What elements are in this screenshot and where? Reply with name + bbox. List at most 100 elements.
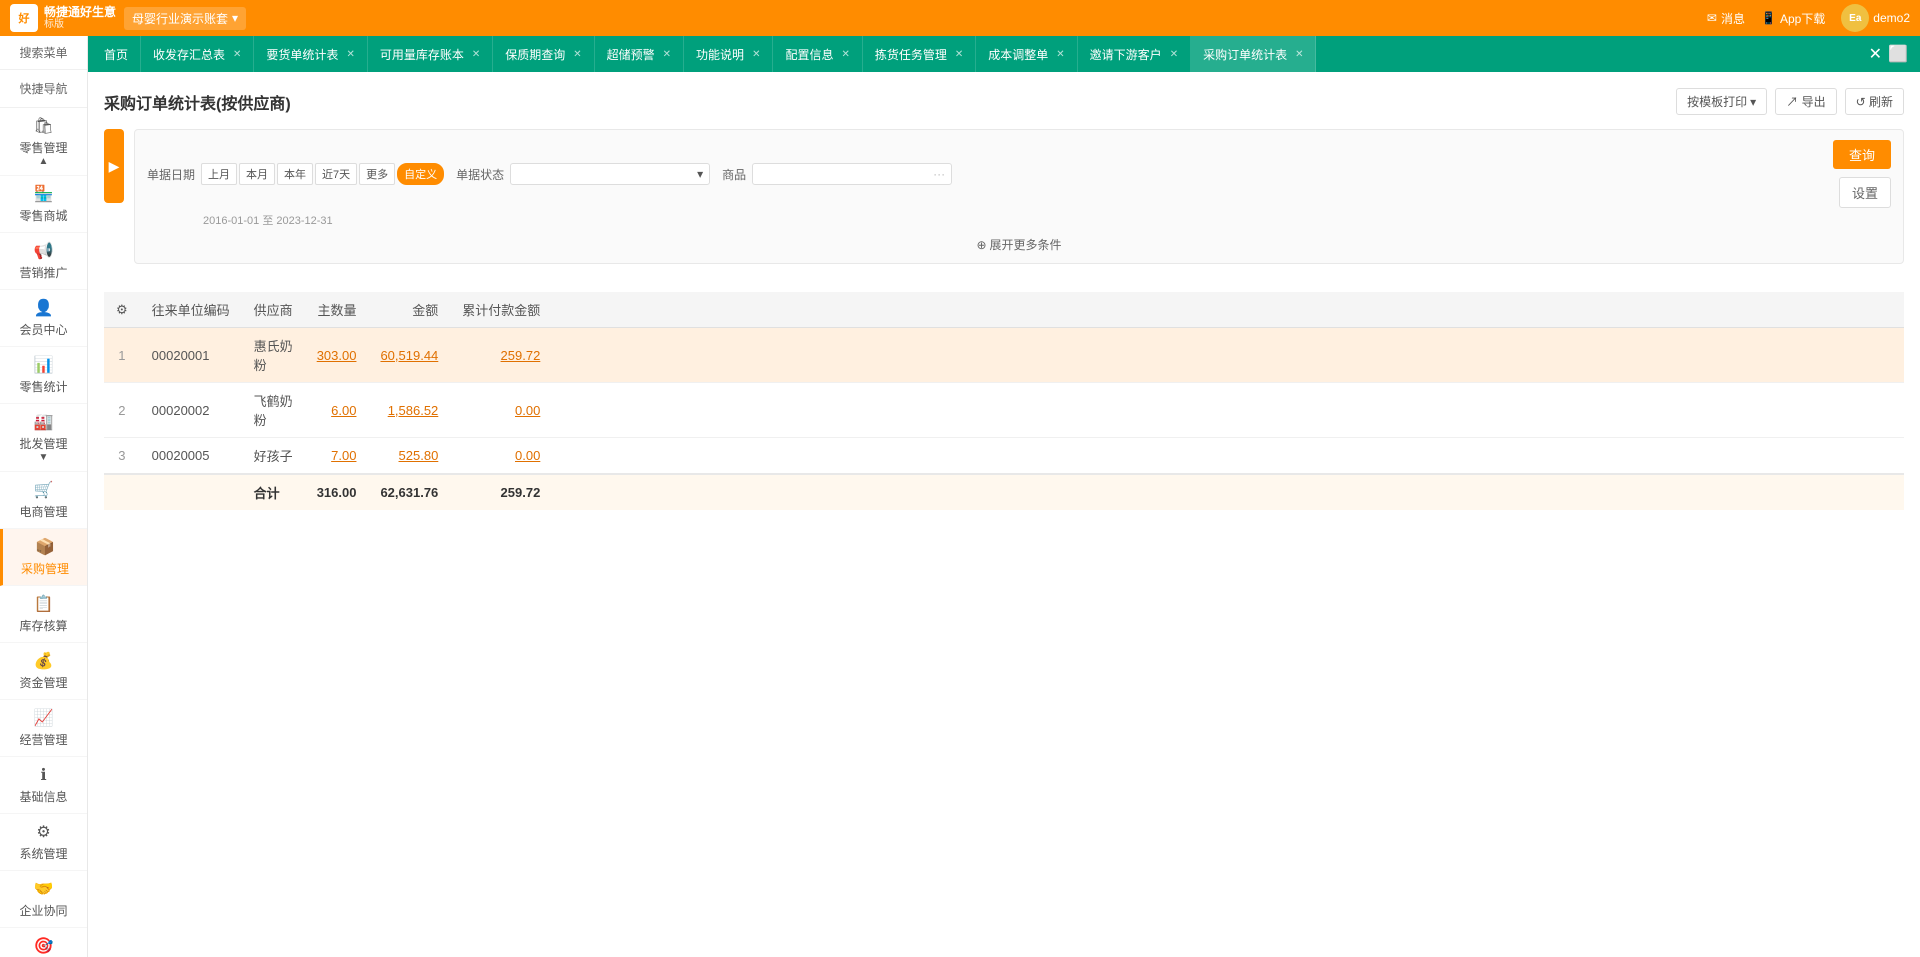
tab-function-desc[interactable]: 功能说明 ✕ [684, 36, 773, 72]
col-quantity: 主数量 [305, 292, 369, 328]
row-amount-3[interactable]: 525.80 [368, 438, 450, 475]
table-footer-row: 合计 316.00 62,631.76 259.72 [104, 474, 1904, 510]
main-layout: 搜索菜单 快捷导航 🛍 零售管理 ▲ 🏪 零售商城 📢 营销推广 👤 会员中心 … [0, 36, 1920, 957]
template-print-button[interactable]: 按模板打印 ▾ [1676, 88, 1767, 115]
row-code-3: 00020005 [140, 438, 242, 475]
row-paid-3[interactable]: 0.00 [450, 438, 552, 475]
status-filter-label: 单据状态 [456, 166, 504, 183]
row-supplier-1: 惠氏奶粉 [242, 328, 305, 383]
col-settings[interactable]: ⚙ [104, 292, 140, 328]
retail-stats-icon: 📊 [34, 355, 54, 375]
sidebar-item-ecommerce[interactable]: 🛒 电商管理 [0, 472, 87, 529]
date-btn-custom[interactable]: 自定义 [397, 163, 444, 185]
app-download-button[interactable]: 📱 App下载 [1761, 10, 1825, 27]
tab-receivables-summary[interactable]: 收发存汇总表 ✕ [141, 36, 254, 72]
retail-mgmt-icon: 🛍 [33, 116, 53, 136]
goods-input-wrapper: ··· [752, 163, 952, 185]
sidebar-item-enterprise-collab[interactable]: 🤝 企业协同 [0, 871, 87, 928]
sidebar-item-beginner-guide[interactable]: 🎯 新手引导 [0, 928, 87, 957]
row-amount-1[interactable]: 60,519.44 [368, 328, 450, 383]
sidebar-item-member-center[interactable]: 👤 会员中心 [0, 290, 87, 347]
goods-input[interactable] [759, 167, 933, 181]
sidebar-search[interactable]: 搜索菜单 [0, 36, 87, 70]
tab-close-config[interactable]: ✕ [841, 49, 849, 60]
filter-container: ▶ 单据日期 上月 本月 本年 近7天 更多 [104, 129, 1904, 278]
sidebar-item-purchase-mgmt[interactable]: 📦 采购管理 [0, 529, 87, 586]
tab-close-purchase-stats[interactable]: ✕ [1295, 49, 1303, 60]
tab-close-overstock[interactable]: ✕ [663, 49, 671, 60]
date-btn-last-month[interactable]: 上月 [201, 163, 237, 185]
tab-picking-task[interactable]: 拣货任务管理 ✕ [863, 36, 976, 72]
close-tab-button[interactable]: ✕ [1869, 44, 1882, 64]
filter-row-1: 单据日期 上月 本月 本年 近7天 更多 自定义 [147, 140, 1891, 208]
tab-close-inventory[interactable]: ✕ [472, 49, 480, 60]
date-range-display: 2016-01-01 至 2023-12-31 [203, 212, 1891, 228]
top-bar-left: 好 畅捷通好生意 标版 母婴行业演示账套 ▾ [10, 4, 246, 32]
sidebar-search-label: 搜索菜单 [19, 46, 67, 60]
sidebar-item-marketing[interactable]: 📢 营销推广 [0, 233, 87, 290]
sidebar-quick-nav[interactable]: 快捷导航 [0, 70, 87, 108]
tab-close-picking[interactable]: ✕ [955, 49, 963, 60]
tab-purchase-order-stats[interactable]: 采购订单统计表 ✕ [1191, 36, 1316, 72]
expand-more-button[interactable]: ⊕ 展开更多条件 [976, 236, 1061, 253]
tab-close-invite[interactable]: ✕ [1170, 49, 1178, 60]
sidebar-item-inventory[interactable]: 📋 库存核算 [0, 586, 87, 643]
sidebar-item-retail-stats[interactable]: 📊 零售统计 [0, 347, 87, 404]
status-select[interactable]: ▾ [510, 163, 710, 185]
row-quantity-2[interactable]: 6.00 [305, 383, 369, 438]
refresh-button[interactable]: ↺ 刷新 [1845, 88, 1904, 115]
tab-requisition-stats[interactable]: 要货单统计表 ✕ [254, 36, 367, 72]
sidebar-item-finance[interactable]: 💰 资金管理 [0, 643, 87, 700]
teal-nav-bar: 首页 收发存汇总表 ✕ 要货单统计表 ✕ 可用量库存账本 ✕ 保质期查询 ✕ 超… [88, 36, 1920, 72]
message-button[interactable]: ✉ 消息 [1707, 10, 1745, 27]
date-btn-7days[interactable]: 近7天 [315, 163, 357, 185]
col-unit-code: 往来单位编码 [140, 292, 242, 328]
dropdown-icon: ▾ [697, 167, 703, 181]
table-header-row: ⚙ 往来单位编码 供应商 主数量 金额 累计付款金额 [104, 292, 1904, 328]
settings-col-icon: ⚙ [116, 302, 128, 317]
logo-text: 畅捷通好生意 [44, 5, 116, 19]
sidebar-item-system-mgmt[interactable]: ⚙ 系统管理 [0, 814, 87, 871]
tab-close-shelf-life[interactable]: ✕ [573, 49, 581, 60]
tab-shelf-life[interactable]: 保质期查询 ✕ [493, 36, 594, 72]
sidebar-item-retail-mgmt[interactable]: 🛍 零售管理 ▲ [0, 108, 87, 176]
tab-close-cost[interactable]: ✕ [1056, 49, 1064, 60]
tab-cost-adjustment[interactable]: 成本调整单 ✕ [976, 36, 1077, 72]
table-row: 2 00020002 飞鹤奶粉 6.00 1,586.52 0.00 [104, 383, 1904, 438]
tab-close-receivables[interactable]: ✕ [233, 49, 241, 60]
date-btn-more[interactable]: 更多 [359, 163, 395, 185]
date-filter-label: 单据日期 [147, 166, 195, 183]
tab-config-info[interactable]: 配置信息 ✕ [773, 36, 862, 72]
sidebar-item-basic-info[interactable]: ℹ 基础信息 [0, 757, 87, 814]
footer-paid: 259.72 [450, 474, 552, 510]
row-paid-1[interactable]: 259.72 [450, 328, 552, 383]
row-num-2: 2 [104, 383, 140, 438]
export-button[interactable]: ↗ 导出 [1775, 88, 1836, 115]
row-quantity-3[interactable]: 7.00 [305, 438, 369, 475]
row-quantity-1[interactable]: 303.00 [305, 328, 369, 383]
date-btn-this-month[interactable]: 本月 [239, 163, 275, 185]
settings-button[interactable]: 设置 [1839, 177, 1891, 208]
restore-tab-button[interactable]: ⬜ [1888, 44, 1908, 64]
tab-close-requisition[interactable]: ✕ [346, 49, 354, 60]
filter-toggle-button[interactable]: ▶ [104, 129, 124, 203]
workspace-selector[interactable]: 母婴行业演示账套 ▾ [124, 7, 246, 30]
sidebar-item-operations[interactable]: 📈 经营管理 [0, 700, 87, 757]
row-amount-2[interactable]: 1,586.52 [368, 383, 450, 438]
tab-home[interactable]: 首页 [92, 36, 141, 72]
date-btn-this-year[interactable]: 本年 [277, 163, 313, 185]
tab-close-func[interactable]: ✕ [752, 49, 760, 60]
table-row: 1 00020001 惠氏奶粉 303.00 60,519.44 259.72 [104, 328, 1904, 383]
tab-available-inventory[interactable]: 可用量库存账本 ✕ [368, 36, 493, 72]
tab-overstock-warning[interactable]: 超储预警 ✕ [595, 36, 684, 72]
row-paid-2[interactable]: 0.00 [450, 383, 552, 438]
tab-invite-downstream[interactable]: 邀请下游客户 ✕ [1078, 36, 1191, 72]
collab-icon: 🤝 [34, 879, 54, 899]
table-body: 1 00020001 惠氏奶粉 303.00 60,519.44 259.72 … [104, 328, 1904, 475]
sidebar-item-wholesale-mgmt[interactable]: 🏭 批发管理 ▼ [0, 404, 87, 472]
sidebar-item-retail-mall[interactable]: 🏪 零售商城 [0, 176, 87, 233]
top-bar: 好 畅捷通好生意 标版 母婴行业演示账套 ▾ ✉ 消息 📱 App下载 Ea d… [0, 0, 1920, 36]
operations-icon: 📈 [34, 708, 54, 728]
user-avatar[interactable]: Ea demo2 [1841, 4, 1910, 32]
query-button[interactable]: 查询 [1833, 140, 1891, 169]
